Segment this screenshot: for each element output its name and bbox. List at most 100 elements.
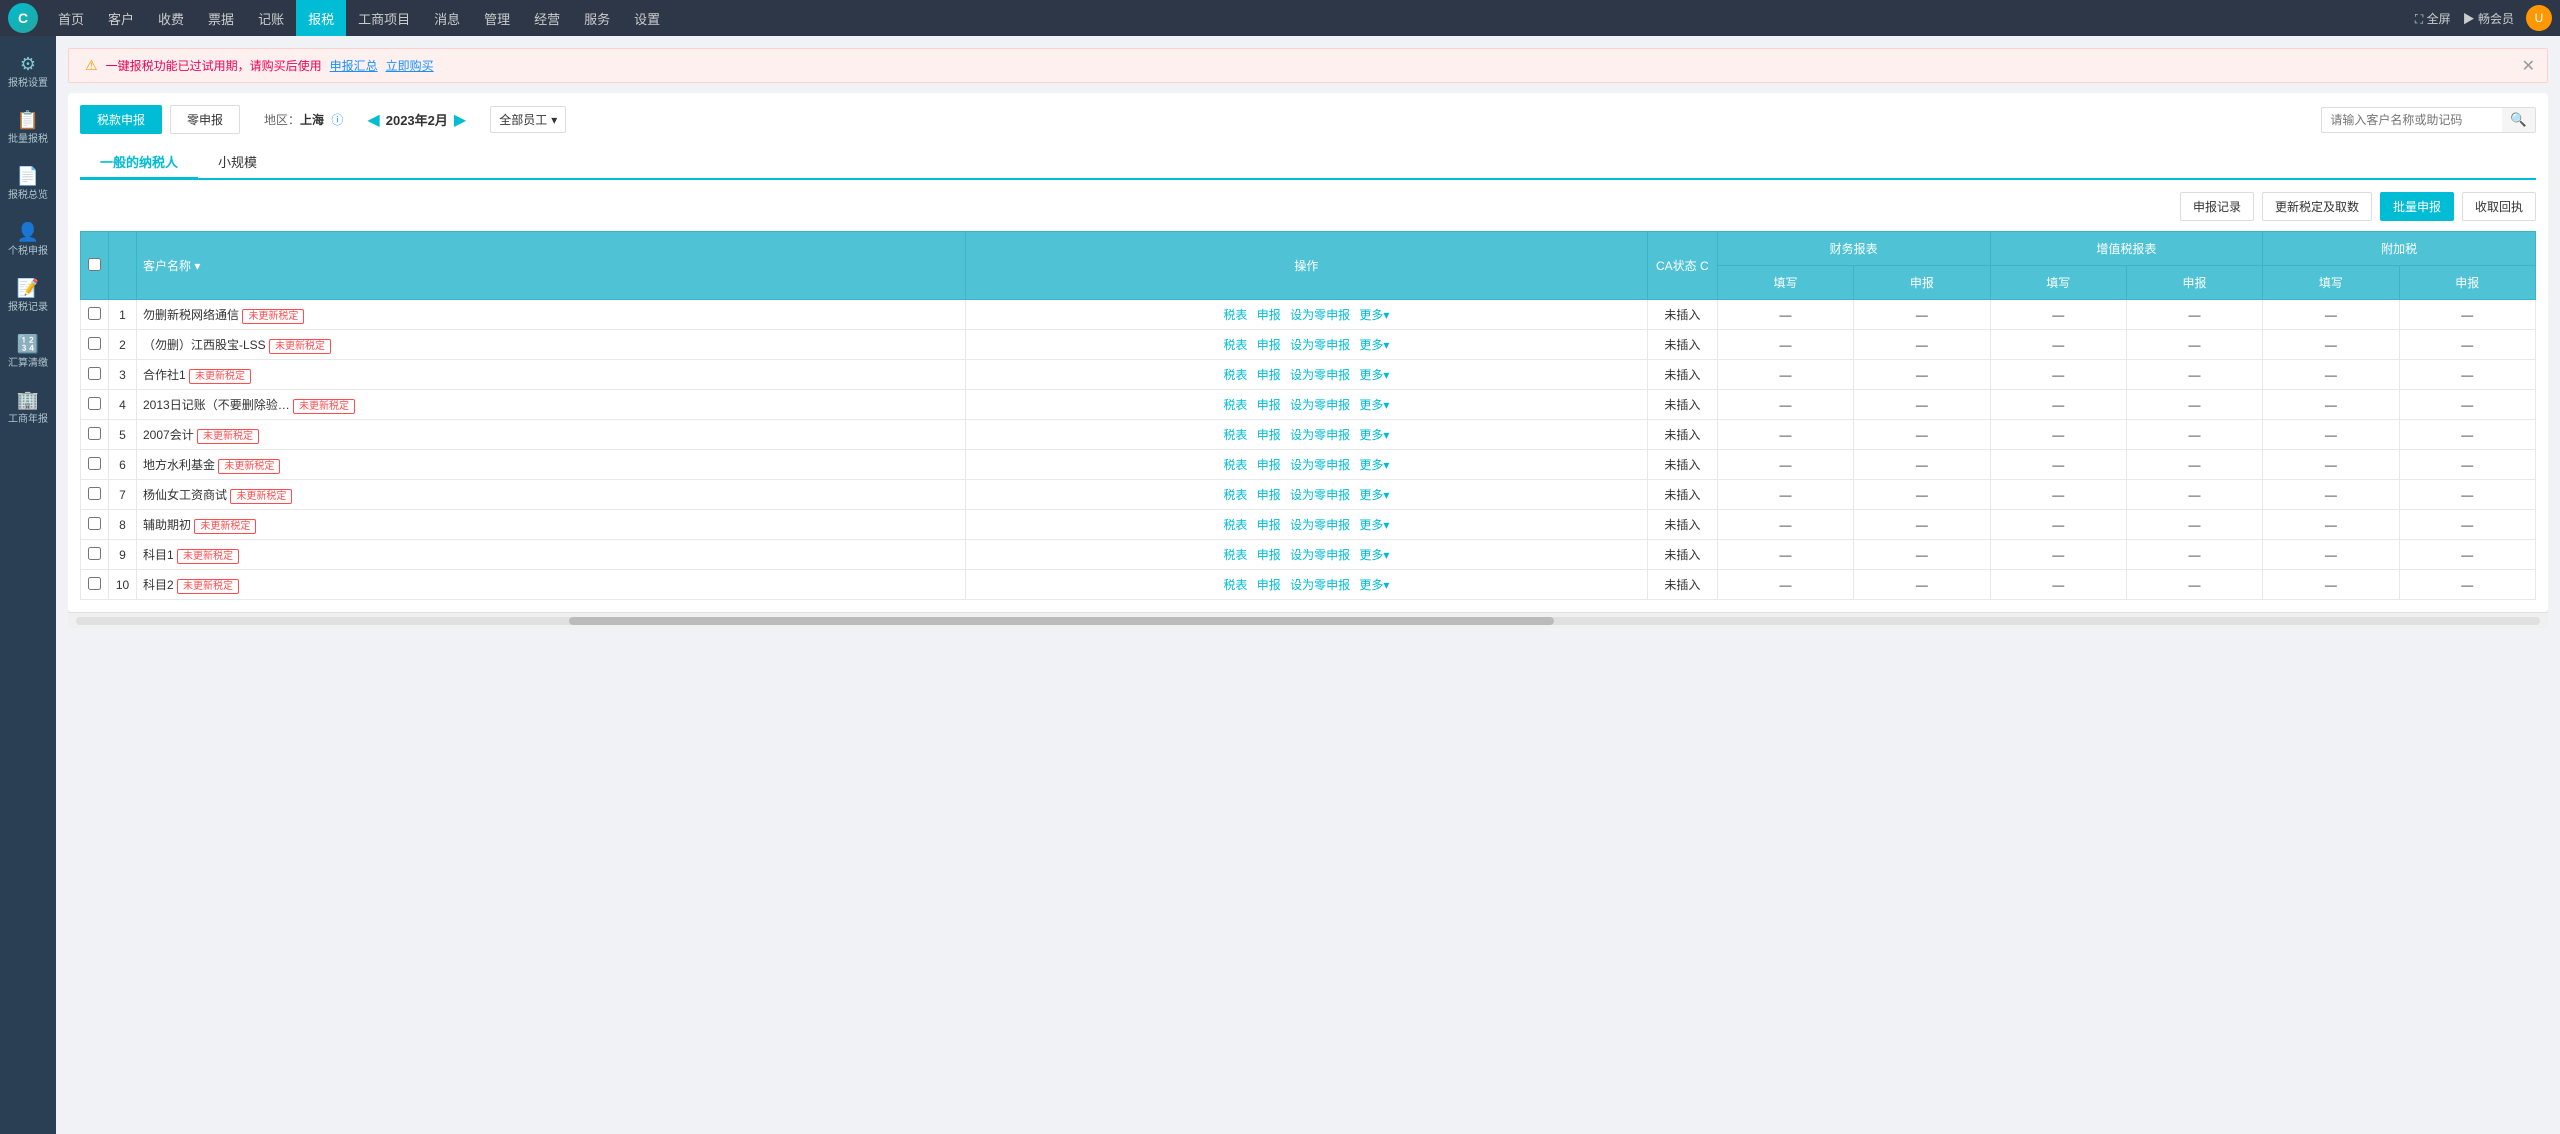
row-select-checkbox[interactable] [88, 337, 101, 350]
op-declare[interactable]: 申报 [1257, 488, 1281, 502]
nav-settings[interactable]: 设置 [622, 0, 672, 36]
declaration-record-btn[interactable]: 申报记录 [2180, 192, 2254, 221]
nav-tax[interactable]: 报税 [296, 0, 346, 36]
op-tax-form[interactable]: 税表 [1223, 308, 1247, 322]
sort-icon[interactable]: ▾ [194, 259, 200, 273]
op-tax-form[interactable]: 税表 [1223, 548, 1247, 562]
nav-invoice[interactable]: 票据 [196, 0, 246, 36]
row-select-checkbox[interactable] [88, 577, 101, 590]
banner-close-btn[interactable]: ✕ [2522, 56, 2535, 76]
op-zero-declare[interactable]: 设为零申报 [1290, 458, 1350, 472]
row-t2: — [2126, 360, 2262, 390]
th-tax-fill: 填写 [1990, 266, 2126, 300]
op-zero-declare[interactable]: 设为零申报 [1290, 548, 1350, 562]
row-select-checkbox[interactable] [88, 517, 101, 530]
op-tax-form[interactable]: 税表 [1223, 368, 1247, 382]
nav-fee[interactable]: 收费 [146, 0, 196, 36]
op-tax-form[interactable]: 税表 [1223, 458, 1247, 472]
nav-message[interactable]: 消息 [422, 0, 472, 36]
row-select-checkbox[interactable] [88, 307, 101, 320]
op-more[interactable]: 更多▾ [1359, 428, 1389, 442]
op-declare[interactable]: 申报 [1257, 368, 1281, 382]
op-more[interactable]: 更多▾ [1359, 398, 1389, 412]
op-declare[interactable]: 申报 [1257, 308, 1281, 322]
op-zero-declare[interactable]: 设为零申报 [1290, 338, 1350, 352]
sidebar-item-personal-tax[interactable]: 👤 个税申报 [0, 212, 56, 268]
select-all-checkbox[interactable] [88, 258, 101, 271]
date-prev-btn[interactable]: ◀ [367, 110, 379, 130]
op-more[interactable]: 更多▾ [1359, 338, 1389, 352]
date-display: 2023年2月 [386, 110, 448, 129]
nav-home[interactable]: 首页 [46, 0, 96, 36]
op-more[interactable]: 更多▾ [1359, 548, 1389, 562]
op-declare[interactable]: 申报 [1257, 578, 1281, 592]
op-tax-form[interactable]: 税表 [1223, 488, 1247, 502]
nav-business[interactable]: 工商项目 [346, 0, 422, 36]
sidebar-item-tax-overview[interactable]: 📄 报税总览 [0, 156, 56, 212]
sidebar-item-annual-calc[interactable]: 🔢 汇算清缴 [0, 324, 56, 380]
sidebar-item-tax-record[interactable]: 📝 报税记录 [0, 268, 56, 324]
op-zero-declare[interactable]: 设为零申报 [1290, 518, 1350, 532]
op-zero-declare[interactable]: 设为零申报 [1290, 428, 1350, 442]
op-declare[interactable]: 申报 [1257, 398, 1281, 412]
search-button[interactable]: 🔍 [2502, 108, 2535, 132]
search-input[interactable] [2322, 109, 2502, 131]
upgrade-btn[interactable]: ▶ 畅会员 [2463, 10, 2514, 27]
sidebar-item-batch-tax[interactable]: 📋 批量报税 [0, 100, 56, 156]
nav-manage[interactable]: 管理 [472, 0, 522, 36]
banner-link-summary[interactable]: 申报汇总 [330, 57, 378, 74]
row-ca-status: 未插入 [1647, 360, 1717, 390]
op-declare[interactable]: 申报 [1257, 458, 1281, 472]
update-tax-btn[interactable]: 更新税定及取数 [2262, 192, 2372, 221]
tab-zero-declaration[interactable]: 零申报 [170, 105, 240, 134]
row-select-checkbox[interactable] [88, 547, 101, 560]
row-a2: — [2399, 390, 2535, 420]
op-tax-form[interactable]: 税表 [1223, 338, 1247, 352]
batch-declare-btn[interactable]: 批量申报 [2380, 192, 2454, 221]
op-declare[interactable]: 申报 [1257, 548, 1281, 562]
row-select-checkbox[interactable] [88, 457, 101, 470]
date-next-btn[interactable]: ▶ [454, 110, 466, 130]
op-tax-form[interactable]: 税表 [1223, 398, 1247, 412]
op-more[interactable]: 更多▾ [1359, 458, 1389, 472]
op-tax-form[interactable]: 税表 [1223, 518, 1247, 532]
staff-select[interactable]: 全部员工 ▾ [490, 106, 566, 133]
subtab-general-taxpayer[interactable]: 一般的纳税人 [80, 146, 198, 180]
op-zero-declare[interactable]: 设为零申报 [1290, 398, 1350, 412]
op-declare[interactable]: 申报 [1257, 338, 1281, 352]
op-more[interactable]: 更多▾ [1359, 488, 1389, 502]
row-select-checkbox[interactable] [88, 487, 101, 500]
op-more[interactable]: 更多▾ [1359, 368, 1389, 382]
subtab-small-scale[interactable]: 小规模 [198, 146, 277, 180]
op-declare[interactable]: 申报 [1257, 428, 1281, 442]
op-more[interactable]: 更多▾ [1359, 308, 1389, 322]
op-zero-declare[interactable]: 设为零申报 [1290, 308, 1350, 322]
op-tax-form[interactable]: 税表 [1223, 428, 1247, 442]
scroll-thumb[interactable] [569, 617, 1555, 625]
row-select-checkbox[interactable] [88, 427, 101, 440]
op-more[interactable]: 更多▾ [1359, 518, 1389, 532]
op-zero-declare[interactable]: 设为零申报 [1290, 578, 1350, 592]
nav-accounting[interactable]: 记账 [246, 0, 296, 36]
banner-link-buy[interactable]: 立即购买 [386, 57, 434, 74]
sidebar-item-tax-settings[interactable]: ⚙ 报税设置 [0, 44, 56, 100]
horizontal-scrollbar[interactable] [68, 612, 2548, 628]
nav-operation[interactable]: 经营 [522, 0, 572, 36]
nav-service[interactable]: 服务 [572, 0, 622, 36]
row-select-checkbox[interactable] [88, 397, 101, 410]
annual-calc-icon: 🔢 [17, 334, 39, 355]
fullscreen-btn[interactable]: ⛶ 全屏 [2415, 10, 2451, 27]
collect-receipt-btn[interactable]: 收取回执 [2462, 192, 2536, 221]
region-info-icon[interactable]: ⓘ [331, 113, 343, 127]
tab-tax-declaration[interactable]: 税款申报 [80, 105, 162, 134]
op-zero-declare[interactable]: 设为零申报 [1290, 368, 1350, 382]
op-declare[interactable]: 申报 [1257, 518, 1281, 532]
user-avatar[interactable]: U [2526, 5, 2552, 31]
nav-client[interactable]: 客户 [96, 0, 146, 36]
row-select-checkbox[interactable] [88, 367, 101, 380]
op-zero-declare[interactable]: 设为零申报 [1290, 488, 1350, 502]
sidebar-item-business-annual[interactable]: 🏢 工商年报 [0, 380, 56, 436]
op-more[interactable]: 更多▾ [1359, 578, 1389, 592]
sidebar-label-tax-settings: 报税设置 [8, 78, 48, 90]
op-tax-form[interactable]: 税表 [1223, 578, 1247, 592]
